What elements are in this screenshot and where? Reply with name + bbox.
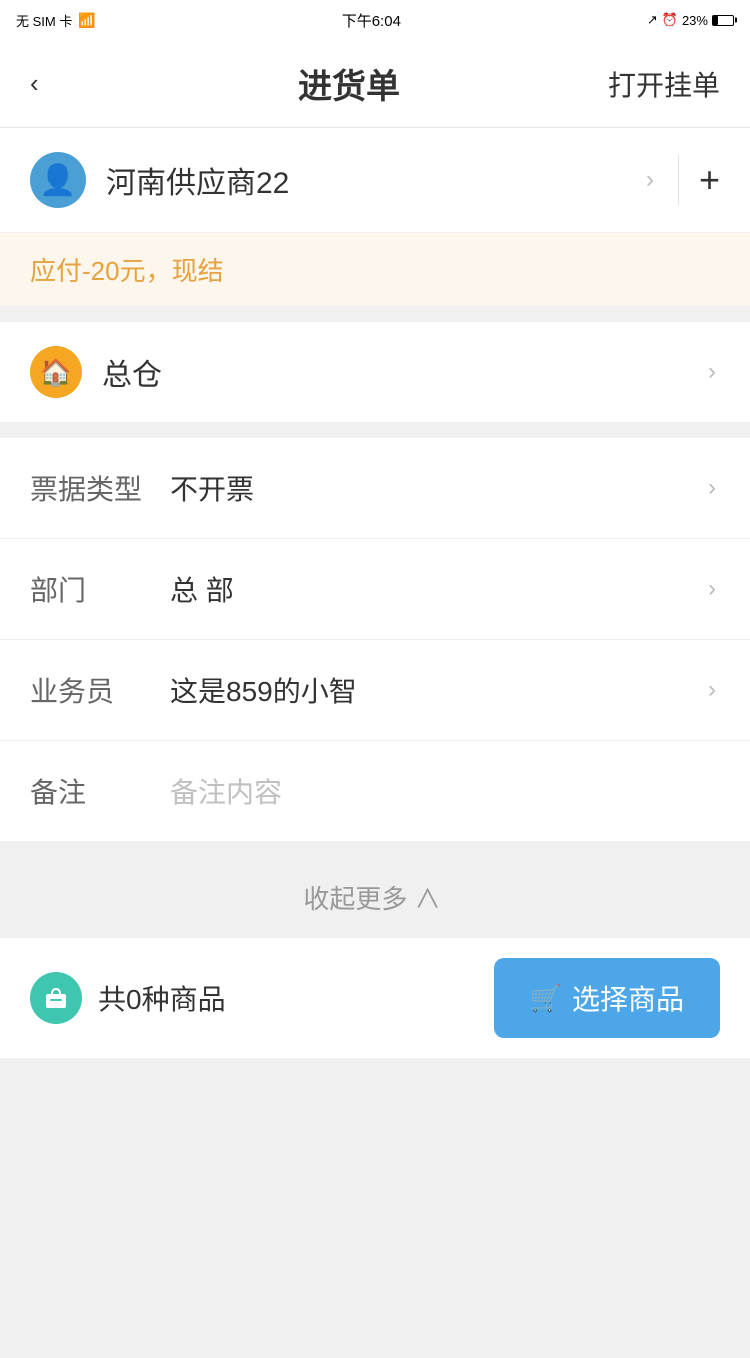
collapse-bar[interactable]: 收起更多 ∧ [0, 857, 750, 938]
salesperson-row[interactable]: 业务员 这是859的小智 › [0, 640, 750, 741]
invoice-type-label: 票据类型 [30, 468, 170, 508]
notice-text: 应付-20元，现结 [30, 256, 224, 286]
page-title: 进货单 [298, 59, 400, 108]
back-icon: ‹ [30, 68, 39, 98]
product-count-text: 共0种商品 [98, 978, 226, 1018]
status-right: ↗ ⏰ 23% [647, 12, 734, 28]
collapse-label: 收起更多 ∧ [303, 879, 440, 916]
status-bar: 无 SIM 卡 📶 下午6:04 ↗ ⏰ 23% [0, 0, 750, 40]
department-label: 部门 [30, 569, 170, 609]
sales-chevron-icon: › [708, 676, 716, 704]
supplier-card: 👤 河南供应商22 › + 应付-20元，现结 [0, 128, 750, 306]
remark-row[interactable]: 备注 备注内容 [0, 741, 750, 841]
shopping-bag-icon [42, 984, 70, 1012]
warehouse-name: 总仓 [102, 350, 708, 394]
main-content: 👤 河南供应商22 › + 应付-20元，现结 🏠 总仓 › 票据类型 不开票 … [0, 128, 750, 1358]
product-count-area: 共0种商品 [30, 972, 226, 1024]
invoice-type-row[interactable]: 票据类型 不开票 › [0, 438, 750, 539]
vertical-divider [678, 155, 679, 205]
warehouse-icon: 🏠 [40, 357, 72, 388]
supplier-avatar: 👤 [30, 152, 86, 208]
status-left: 无 SIM 卡 📶 [16, 11, 96, 30]
supplier-row[interactable]: 👤 河南供应商22 › + [0, 128, 750, 233]
select-product-button[interactable]: 🛒 选择商品 [494, 958, 720, 1038]
bottom-bar: 共0种商品 🛒 选择商品 [0, 938, 750, 1058]
carrier-text: 无 SIM 卡 [16, 11, 72, 30]
supplier-chevron-icon: › [646, 166, 654, 194]
back-button[interactable]: ‹ [30, 68, 90, 99]
department-value: 总 部 [170, 569, 708, 609]
warehouse-card[interactable]: 🏠 总仓 › [0, 322, 750, 422]
battery-text: 23% [682, 13, 708, 28]
nav-bar: ‹ 进货单 打开挂单 [0, 40, 750, 128]
invoice-chevron-icon: › [708, 474, 716, 502]
invoice-type-value: 不开票 [170, 468, 708, 508]
open-pending-button[interactable]: 打开挂单 [608, 64, 720, 104]
avatar-icon: 👤 [39, 163, 76, 198]
battery-icon [712, 15, 734, 26]
add-supplier-button[interactable]: + [699, 159, 720, 201]
remark-label: 备注 [30, 771, 170, 811]
warehouse-chevron-icon: › [708, 358, 716, 386]
salesperson-value: 这是859的小智 [170, 670, 708, 710]
wifi-icon: 📶 [78, 12, 95, 29]
remark-input[interactable]: 备注内容 [170, 771, 720, 811]
warehouse-icon-wrap: 🏠 [30, 346, 82, 398]
select-product-label: 选择商品 [572, 978, 684, 1018]
status-time: 下午6:04 [342, 10, 401, 31]
alarm-icon: ⏰ [662, 12, 678, 28]
dept-chevron-icon: › [708, 575, 716, 603]
salesperson-label: 业务员 [30, 670, 170, 710]
notice-bar: 应付-20元，现结 [0, 233, 750, 306]
gray-area [0, 1058, 750, 1358]
department-row[interactable]: 部门 总 部 › [0, 539, 750, 640]
select-product-icon: 🛒 [530, 983, 562, 1014]
location-icon: ↗ [647, 12, 658, 28]
product-count-icon-wrap [30, 972, 82, 1024]
form-card: 票据类型 不开票 › 部门 总 部 › 业务员 这是859的小智 › 备注 备注… [0, 438, 750, 841]
supplier-name: 河南供应商22 [106, 158, 646, 202]
warehouse-row[interactable]: 🏠 总仓 › [0, 322, 750, 422]
